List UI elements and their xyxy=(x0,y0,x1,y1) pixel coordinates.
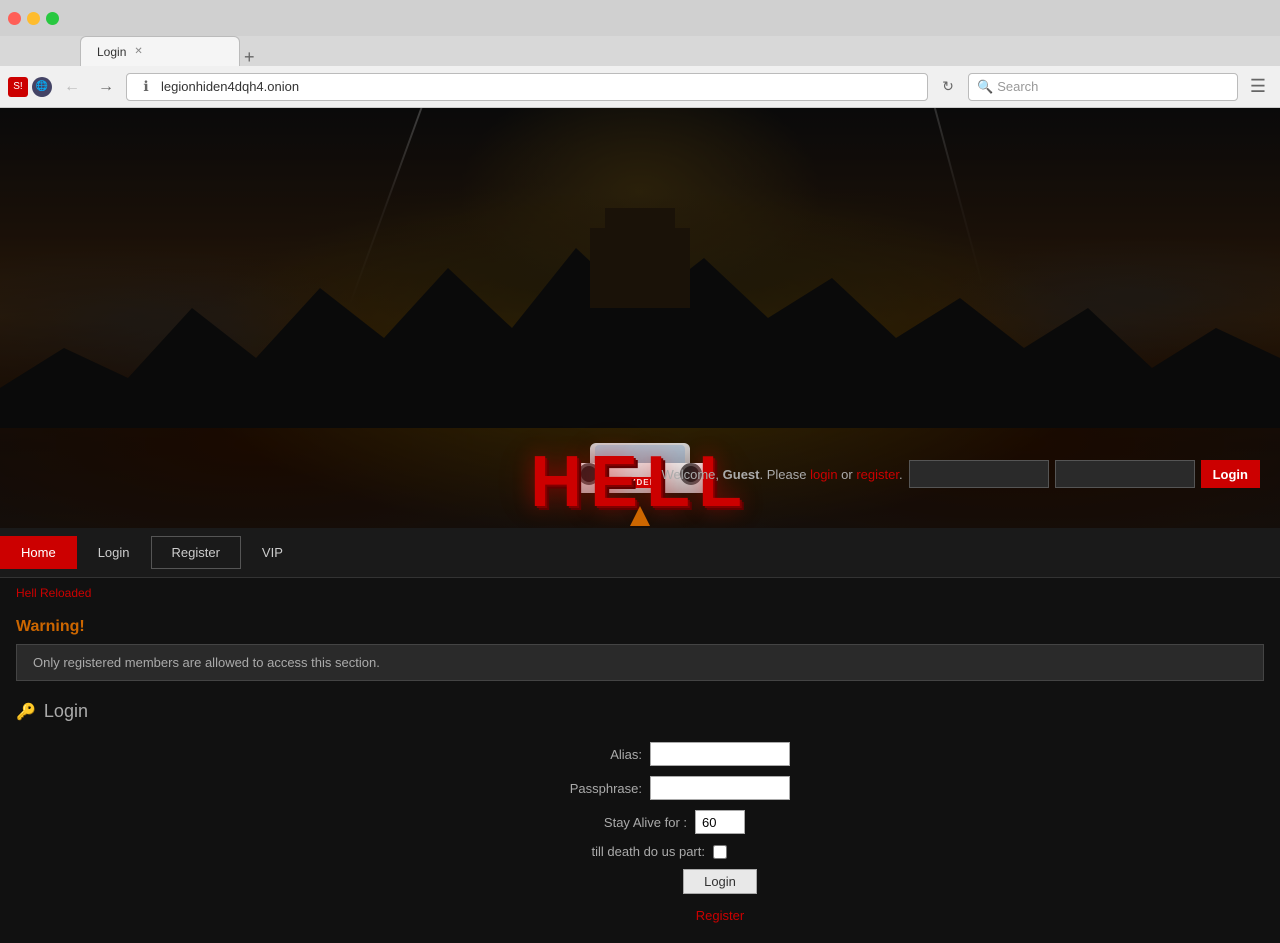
tab-bar: Login ✕ + xyxy=(0,36,1280,66)
tab-title: Login xyxy=(97,45,126,59)
nav-bar: S! 🌐 ← → ℹ legionhiden4dqh4.onion ↻ 🔍 Se… xyxy=(0,66,1280,108)
passphrase-input[interactable] xyxy=(650,776,790,800)
page: RYDER HELL Welcome, Guest. Please login … xyxy=(0,108,1280,943)
search-icon: 🔍 xyxy=(977,79,993,95)
main-navigation: Home Login Register VIP xyxy=(0,528,1280,578)
new-tab-button[interactable]: + xyxy=(244,48,255,66)
till-death-row: till death do us part: xyxy=(16,844,1264,859)
title-bar xyxy=(0,0,1280,36)
warning-message: Only registered members are allowed to a… xyxy=(16,644,1264,681)
nav-tab-vip[interactable]: VIP xyxy=(241,536,304,569)
url-text: legionhiden4dqh4.onion xyxy=(161,79,919,94)
key-icon: 🔑 xyxy=(16,702,36,722)
header-register-link[interactable]: register xyxy=(856,467,899,482)
forward-button[interactable]: → xyxy=(92,73,120,101)
maximize-window-button[interactable] xyxy=(46,12,59,25)
login-submit-button[interactable]: Login xyxy=(683,869,757,894)
alias-label: Alias: xyxy=(490,747,650,762)
nav-tab-login[interactable]: Login xyxy=(77,536,151,569)
url-bar[interactable]: ℹ legionhiden4dqh4.onion xyxy=(126,73,928,101)
breadcrumb-link[interactable]: Hell Reloaded xyxy=(16,586,91,600)
minimize-window-button[interactable] xyxy=(27,12,40,25)
welcome-message: Welcome, Guest. Please login or register… xyxy=(661,467,902,482)
nav-tab-register[interactable]: Register xyxy=(151,536,241,569)
browser-chrome: Login ✕ + S! 🌐 ← → ℹ legionhiden4dqh4.on… xyxy=(0,0,1280,108)
reload-button[interactable]: ↻ xyxy=(934,73,962,101)
browser-menu-button[interactable]: ☰ xyxy=(1244,73,1272,101)
back-button[interactable]: ← xyxy=(58,73,86,101)
plugin-icons: S! 🌐 xyxy=(8,77,52,97)
active-tab[interactable]: Login ✕ xyxy=(80,36,240,66)
login-form: Alias: Passphrase: Stay Alive for : till… xyxy=(16,742,1264,923)
register-row: Register xyxy=(16,904,1264,923)
alias-input[interactable] xyxy=(650,742,790,766)
stay-alive-input[interactable] xyxy=(695,810,745,834)
stay-alive-row: Stay Alive for : xyxy=(16,810,1264,834)
register-link[interactable]: Register xyxy=(696,908,744,923)
stay-alive-label: Stay Alive for : xyxy=(535,815,695,830)
close-window-button[interactable] xyxy=(8,12,21,25)
breadcrumb: Hell Reloaded xyxy=(0,578,1280,608)
castle-silhouette xyxy=(580,168,700,308)
till-death-checkbox[interactable] xyxy=(713,845,727,859)
tab-close-button[interactable]: ✕ xyxy=(134,46,142,57)
header-password-input[interactable] xyxy=(1055,460,1195,488)
info-icon[interactable]: ℹ xyxy=(135,76,157,98)
banner-login-widget: Welcome, Guest. Please login or register… xyxy=(661,460,1260,488)
search-bar[interactable]: 🔍 Search xyxy=(968,73,1238,101)
passphrase-row: Passphrase: xyxy=(16,776,1264,800)
header-username-input[interactable] xyxy=(909,460,1049,488)
till-death-label: till death do us part: xyxy=(553,844,713,859)
plugin-icon-s[interactable]: S! xyxy=(8,77,28,97)
alias-row: Alias: xyxy=(16,742,1264,766)
login-section-title: 🔑 Login xyxy=(16,701,1264,722)
traffic-lights xyxy=(8,12,59,25)
content-area: Warning! Only registered members are all… xyxy=(0,608,1280,943)
search-placeholder: Search xyxy=(997,79,1038,94)
nav-tab-home[interactable]: Home xyxy=(0,536,77,569)
passphrase-label: Passphrase: xyxy=(490,781,650,796)
warning-title: Warning! xyxy=(16,618,1264,636)
plugin-icon-globe[interactable]: 🌐 xyxy=(32,77,52,97)
header-login-button[interactable]: Login xyxy=(1201,460,1260,488)
submit-row: Login xyxy=(16,869,1264,894)
header-login-link[interactable]: login xyxy=(810,467,837,482)
hero-banner: RYDER HELL Welcome, Guest. Please login … xyxy=(0,108,1280,528)
